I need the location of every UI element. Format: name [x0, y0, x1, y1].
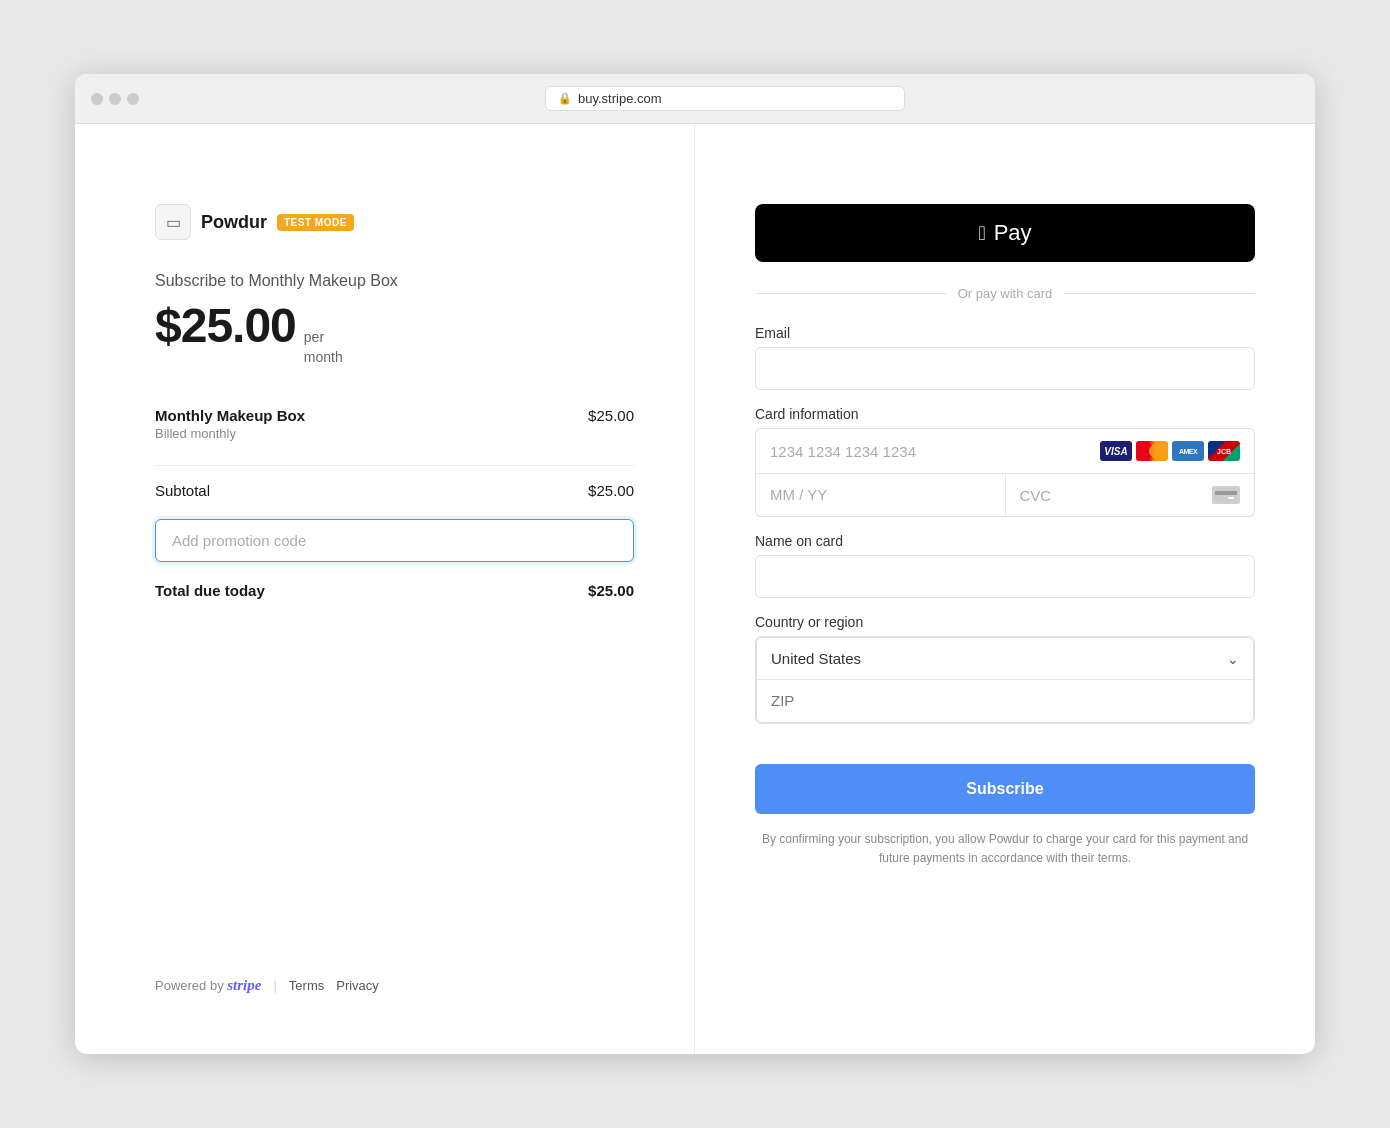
merchant-name: Powdur [201, 212, 267, 233]
or-line-left [755, 293, 946, 294]
subscribe-title: Subscribe to Monthly Makeup Box [155, 272, 634, 290]
subtotal-label: Subtotal [155, 482, 210, 499]
name-on-card-label: Name on card [755, 533, 1255, 549]
line-item-sub: Billed monthly [155, 426, 305, 441]
powered-by-text: Powered by stripe [155, 977, 261, 994]
apple-pay-button[interactable]:  Pay [755, 204, 1255, 262]
url-bar-inner[interactable]: 🔒 buy.stripe.com [545, 86, 905, 111]
total-row: Total due today $25.00 [155, 582, 634, 599]
browser-window: 🔒 buy.stripe.com ▭ Powdur TEST MODE Subs… [75, 74, 1315, 1054]
total-label: Total due today [155, 582, 265, 599]
divider [155, 465, 634, 466]
price-amount: $25.00 [155, 298, 296, 353]
card-number-placeholder: 1234 1234 1234 1234 [770, 443, 916, 460]
apple-pay-label: Pay [994, 220, 1032, 246]
card-info-label: Card information [755, 406, 1255, 422]
mastercard-icon [1136, 441, 1168, 461]
browser-chrome: 🔒 buy.stripe.com [75, 74, 1315, 124]
card-cvc-input[interactable]: CVC [1006, 474, 1255, 516]
jcb-icon: JCB [1208, 441, 1240, 461]
country-region-group: Country or region United States ⌄ [755, 614, 1255, 724]
country-selected-value: United States [771, 650, 861, 667]
visa-icon: VISA [1100, 441, 1132, 461]
subtotal-amount: $25.00 [588, 482, 634, 499]
svg-rect-2 [1228, 497, 1234, 499]
left-footer: Powered by stripe | Terms Privacy [155, 977, 634, 994]
svg-rect-1 [1215, 491, 1237, 495]
card-info-group: Card information 1234 1234 1234 1234 VIS… [755, 406, 1255, 517]
total-amount: $25.00 [588, 582, 634, 599]
merchant-icon: ▭ [155, 204, 191, 240]
merchant-icon-symbol: ▭ [166, 213, 181, 232]
left-panel: ▭ Powdur TEST MODE Subscribe to Monthly … [75, 124, 695, 1054]
terms-link[interactable]: Terms [289, 978, 324, 993]
chevron-down-icon: ⌄ [1227, 651, 1239, 667]
card-expiry-input[interactable]: MM / YY [756, 474, 1006, 516]
country-region-wrapper: United States ⌄ [755, 636, 1255, 724]
price-period: per month [304, 328, 343, 367]
or-line-right [1064, 293, 1255, 294]
zip-input-wrapper [756, 680, 1254, 723]
browser-content: ▭ Powdur TEST MODE Subscribe to Monthly … [75, 124, 1315, 1054]
browser-url-bar: 🔒 buy.stripe.com [151, 86, 1299, 111]
zip-input[interactable] [771, 692, 1239, 709]
card-expiry-cvc-row: MM / YY CVC [755, 474, 1255, 517]
footer-divider: | [273, 978, 276, 993]
terms-text: By confirming your subscription, you all… [755, 830, 1255, 868]
subscribe-button[interactable]: Subscribe [755, 764, 1255, 814]
dot-red [91, 93, 103, 105]
right-panel:  Pay Or pay with card Email Card inform… [695, 124, 1315, 1054]
email-group: Email [755, 325, 1255, 390]
dot-green [127, 93, 139, 105]
line-items: Monthly Makeup Box Billed monthly $25.00 [155, 407, 634, 441]
or-divider: Or pay with card [755, 286, 1255, 301]
country-region-label: Country or region [755, 614, 1255, 630]
email-label: Email [755, 325, 1255, 341]
amex-icon: AMEX [1172, 441, 1204, 461]
line-item: Monthly Makeup Box Billed monthly $25.00 [155, 407, 634, 441]
apple-logo-icon:  [978, 222, 985, 245]
or-text: Or pay with card [958, 286, 1053, 301]
price-block: $25.00 per month [155, 298, 634, 367]
lock-icon: 🔒 [558, 92, 572, 105]
line-item-description: Monthly Makeup Box Billed monthly [155, 407, 305, 441]
promo-input-wrapper [155, 519, 634, 562]
cvc-card-icon [1212, 486, 1240, 504]
line-item-amount: $25.00 [588, 407, 634, 424]
email-input[interactable] [755, 347, 1255, 390]
promo-code-input[interactable] [155, 519, 634, 562]
test-mode-badge: TEST MODE [277, 214, 354, 231]
dot-yellow [109, 93, 121, 105]
privacy-link[interactable]: Privacy [336, 978, 379, 993]
left-main: ▭ Powdur TEST MODE Subscribe to Monthly … [155, 204, 634, 917]
line-item-label: Monthly Makeup Box [155, 407, 305, 424]
name-on-card-group: Name on card [755, 533, 1255, 598]
card-number-row[interactable]: 1234 1234 1234 1234 VISA AMEX JCB [755, 428, 1255, 474]
country-select[interactable]: United States ⌄ [756, 637, 1254, 680]
browser-dots [91, 93, 139, 105]
merchant-header: ▭ Powdur TEST MODE [155, 204, 634, 240]
stripe-logo: stripe [227, 977, 261, 993]
url-text: buy.stripe.com [578, 91, 662, 106]
card-icons: VISA AMEX JCB [1100, 441, 1240, 461]
subtotal-row: Subtotal $25.00 [155, 482, 634, 499]
name-on-card-input[interactable] [755, 555, 1255, 598]
